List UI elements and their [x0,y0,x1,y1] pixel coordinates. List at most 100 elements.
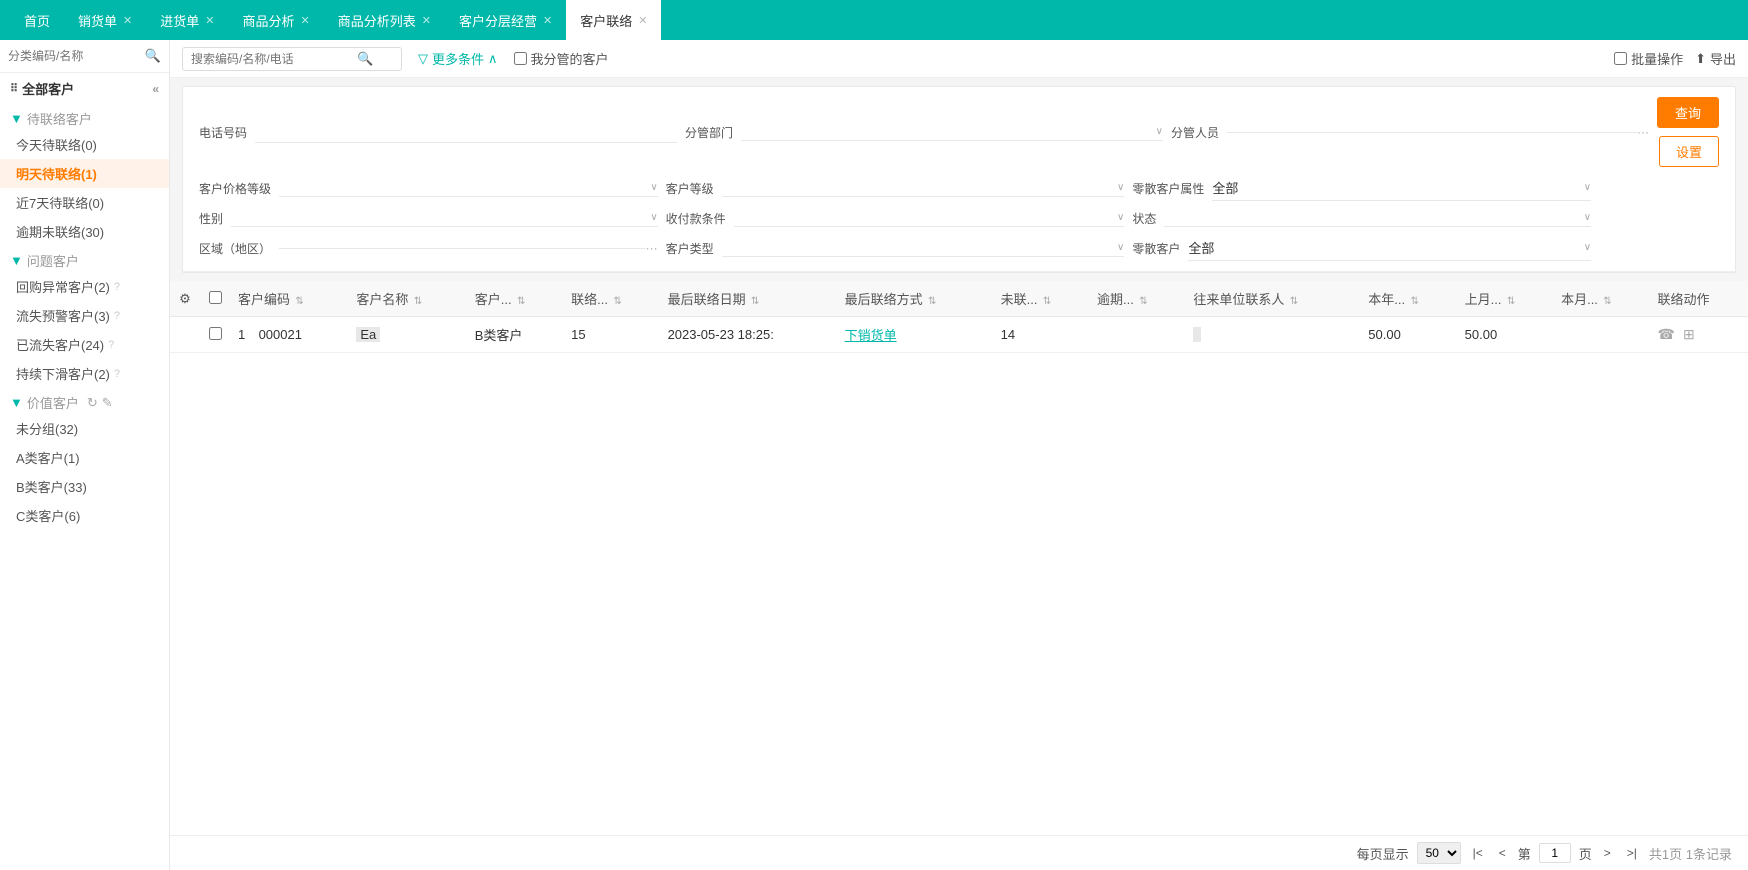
sort-icon-name[interactable]: ⇅ [414,296,422,307]
pagination: 每页显示 50 |< < 第 页 > >| 共1页 1条记录 [170,835,1748,870]
query-button[interactable]: 查询 [1657,97,1719,128]
sidebar-search-icon[interactable]: 🔍 [145,48,161,64]
sort-icon-code[interactable]: ⇅ [295,296,303,307]
sort-icon-no-contact[interactable]: ⇅ [1043,296,1051,307]
filter-retail-customer-label: 零散客户 [1132,240,1180,257]
filter-phone-input[interactable] [255,122,677,143]
export-button[interactable]: ⬆ 导出 [1695,49,1736,68]
filter-region-more[interactable]: ··· [646,241,658,255]
nav-purchase[interactable]: 进货单 ✕ [146,0,228,40]
sidebar: 🔍 ⠿ 全部客户 « ▼ 待联络客户 今天待联络(0) 明天待联络(1) 近7天… [0,40,170,870]
nav-goods-analysis-list-close[interactable]: ✕ [422,14,431,27]
filter-customer-type-select[interactable]: ∨ [722,239,1125,257]
top-nav: 首页 销货单 ✕ 进货单 ✕ 商品分析 ✕ 商品分析列表 ✕ 客户分层经营 ✕ … [0,0,1748,40]
nav-purchase-label: 进货单 [160,11,199,30]
nav-customer-contact-close[interactable]: ✕ [638,14,647,27]
batch-operation-button[interactable]: 批量操作 [1614,49,1683,68]
chevron-up-icon: ∧ [488,51,498,67]
filter-price-grade-label: 客户价格等级 [199,180,271,197]
nav-customer-tier[interactable]: 客户分层经营 ✕ [445,0,566,40]
filter-panel-inner: 电话号码 分管部门 ∨ 分管人员 ··· [183,87,1735,272]
filter-payment-select[interactable]: ∨ [734,209,1125,227]
sidebar-all-customers[interactable]: ⠿ 全部客户 « [0,73,169,104]
more-filter-button[interactable]: ▽ 更多条件 ∧ [412,46,504,71]
nav-goods-analysis[interactable]: 商品分析 ✕ [228,0,323,40]
sidebar-item-ungroup[interactable]: 未分组(32) [0,414,169,443]
nav-sales-close[interactable]: ✕ [123,14,132,27]
th-overdue-label: 逾期... [1097,292,1134,307]
sort-icon-type[interactable]: ⇅ [517,296,525,307]
sidebar-item-tomorrow[interactable]: 明天待联络(1) [0,159,169,188]
toolbar-search-icon[interactable]: 🔍 [357,51,373,67]
nav-customer-contact[interactable]: 客户联络 ✕ [566,0,661,40]
refresh-icon-value[interactable]: ↻ [87,395,98,411]
sidebar-item-type-c[interactable]: C类客户(6) [0,501,169,530]
table-select-all[interactable] [209,291,222,304]
batch-op-check[interactable] [1614,52,1627,65]
nav-customer-tier-close[interactable]: ✕ [543,14,552,27]
page-number-input[interactable] [1539,843,1571,863]
filter-retail-attr-select[interactable]: 全部 ∨ [1212,175,1591,201]
filter-retail-customer-select[interactable]: 全部 ∨ [1188,235,1591,261]
action-grid-icon[interactable]: ⊞ [1683,326,1695,343]
filter-dept-select[interactable]: ∨ [741,123,1163,141]
sidebar-item-week7[interactable]: 近7天待联络(0) [0,188,169,217]
sidebar-pending-label: 待联络客户 [27,109,92,128]
row-index: 1 000021 [230,317,348,353]
sidebar-item-overdue[interactable]: 逾期未联络(30) [0,217,169,246]
sidebar-item-churn-warning[interactable]: 流失预警客户(3) ? [0,301,169,330]
set-button[interactable]: 设置 [1659,136,1719,167]
row-method-link[interactable]: 下销货单 [845,328,897,343]
filter-status-select[interactable]: ∨ [1164,209,1591,227]
sidebar-item-type-a[interactable]: A类客户(1) [0,443,169,472]
filter-person-more[interactable]: ··· [1637,125,1649,139]
content-area: 🔍 ▽ 更多条件 ∧ 我分管的客户 批量操作 ⬆ 导出 [170,40,1748,870]
sidebar-item-declining[interactable]: 持续下滑客户(2) ? [0,359,169,388]
gear-icon[interactable]: ⚙ [179,291,191,306]
sidebar-item-repurchase[interactable]: 回购异常客户(2) ? [0,272,169,301]
sidebar-search-input[interactable] [8,49,141,63]
sort-icon-contact[interactable]: ⇅ [613,296,621,307]
th-method-label: 最后联络方式 [845,292,923,307]
sort-icon-method[interactable]: ⇅ [928,296,936,307]
nav-goods-analysis-label: 商品分析 [242,11,294,30]
prev-page-button[interactable]: < [1495,845,1510,861]
filter-price-select[interactable]: ∨ [279,179,658,197]
my-customer-checkbox[interactable]: 我分管的客户 [514,49,609,68]
sort-icon-overdue[interactable]: ⇅ [1139,296,1147,307]
edit-icon-value[interactable]: ✎ [102,395,113,411]
filter-row-4: 区域（地区） ··· 客户类型 ∨ 零散客户 全部 [199,235,1719,261]
nav-home[interactable]: 首页 [10,0,64,40]
sidebar-item-type-b[interactable]: B类客户(33) [0,472,169,501]
next-page-button[interactable]: > [1600,845,1615,861]
th-name-label: 客户名称 [356,292,408,307]
filter-btn-label: 更多条件 [432,49,484,68]
nav-goods-analysis-list[interactable]: 商品分析列表 ✕ [324,0,445,40]
filter-gender-select[interactable]: ∨ [231,209,658,227]
action-phone-icon[interactable]: ☎ [1657,326,1674,343]
sort-icon-year[interactable]: ⇅ [1410,296,1418,307]
row-this-month-cell [1553,317,1649,353]
sort-icon-this-month[interactable]: ⇅ [1603,296,1611,307]
toolbar-search-input[interactable] [191,52,351,66]
row-name-cell: Ea [348,317,466,353]
sidebar-item-today[interactable]: 今天待联络(0) [0,130,169,159]
sidebar-collapse-icon[interactable]: « [152,82,159,96]
sort-icon-person[interactable]: ⇅ [1290,296,1298,307]
grid-icon: ⠿ [10,82,18,95]
sort-icon-date[interactable]: ⇅ [751,296,759,307]
sort-icon-last-month[interactable]: ⇅ [1507,296,1515,307]
page-size-select[interactable]: 50 [1417,842,1461,864]
filter-grade-select[interactable]: ∨ [722,179,1125,197]
last-page-button[interactable]: >| [1623,845,1641,861]
my-customer-check[interactable] [514,52,527,65]
sidebar-churned-label: 已流失客户(24) [16,335,104,354]
row-checkbox[interactable] [209,327,222,340]
sidebar-tomorrow-label: 明天待联络(1) [16,164,97,183]
sidebar-item-churned[interactable]: 已流失客户(24) ? [0,330,169,359]
row-year-amount: 50.00 [1368,327,1401,342]
nav-purchase-close[interactable]: ✕ [205,14,214,27]
first-page-button[interactable]: |< [1469,845,1487,861]
nav-sales[interactable]: 销货单 ✕ [64,0,146,40]
nav-goods-analysis-close[interactable]: ✕ [301,14,310,27]
